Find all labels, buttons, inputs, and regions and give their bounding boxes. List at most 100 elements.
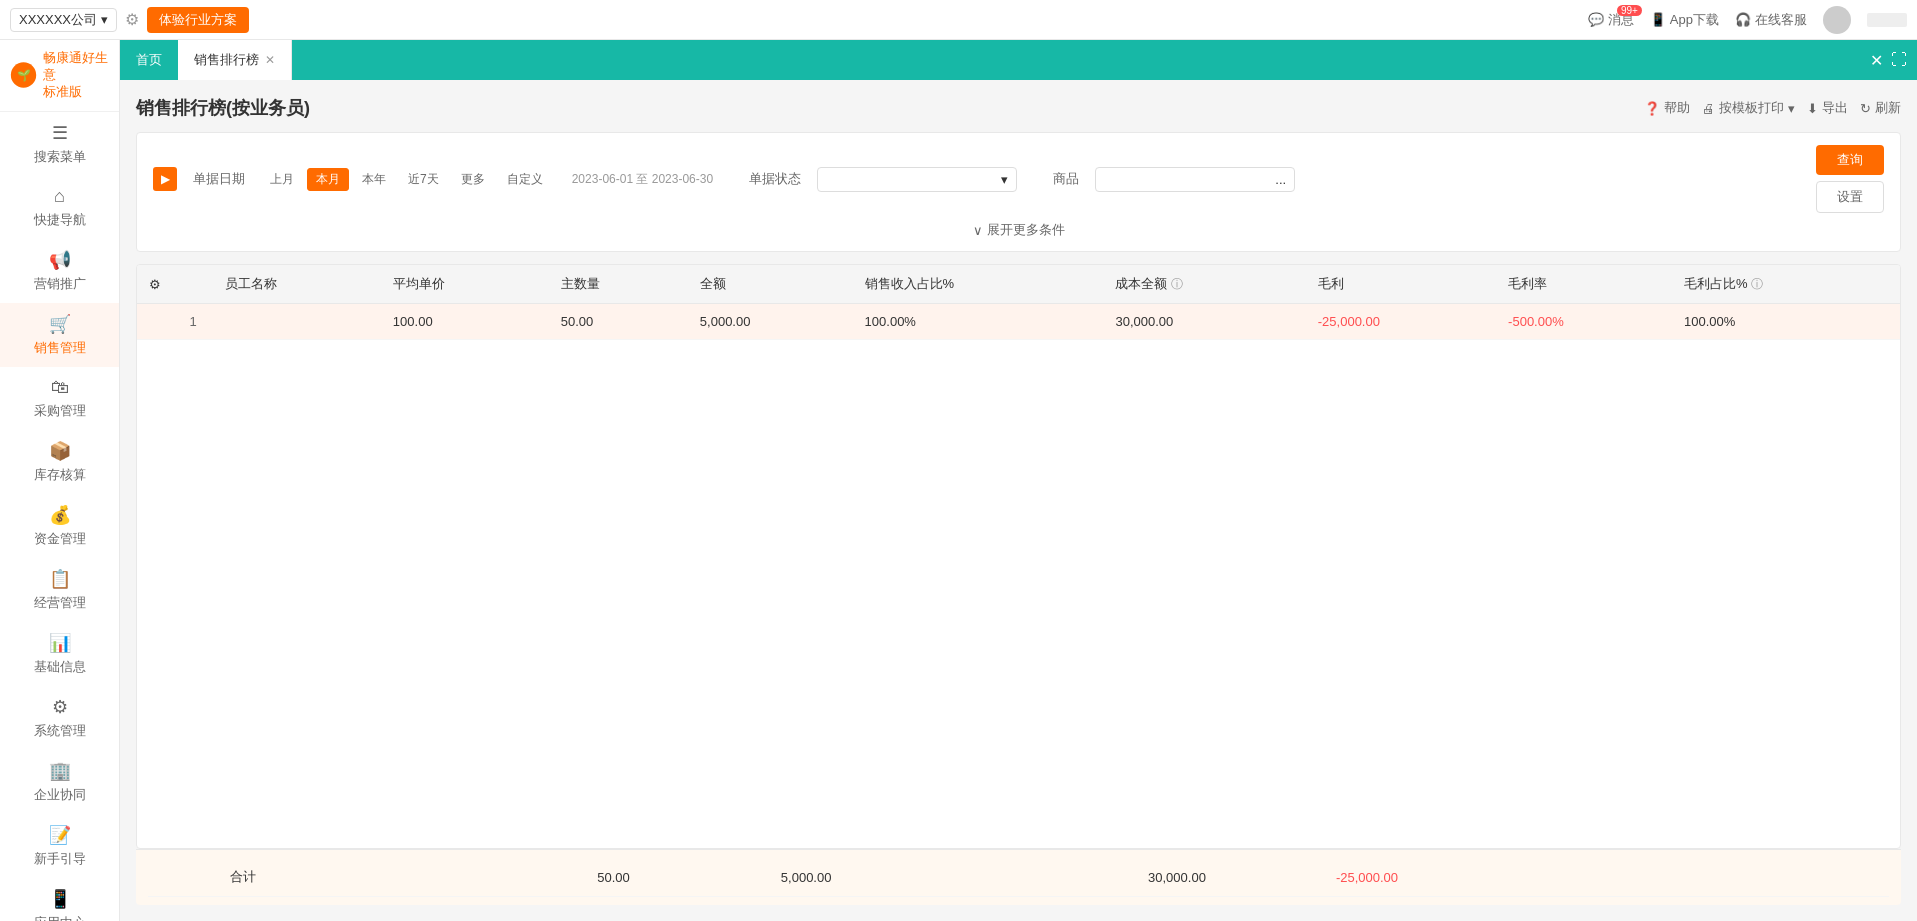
- status-select[interactable]: ▾: [817, 167, 1017, 192]
- top-bar: XXXXXX公司 ▾ ⚙ 体验行业方案 💬 消息 99+ 📱 App下载 🎧 在…: [0, 0, 1917, 40]
- app-download-button[interactable]: 📱 App下载: [1650, 11, 1719, 29]
- sidebar: 🌱 畅康通好生意 标准版 ☰ 搜索菜单 ⌂ 快捷导航 📢 营销推广 🛒 销售管理…: [0, 40, 120, 921]
- print-icon: 🖨: [1702, 101, 1715, 116]
- summary-amount: 5,000.00: [769, 858, 953, 897]
- goods-select[interactable]: ...: [1095, 167, 1295, 192]
- cell-avg-price: 100.00: [381, 304, 549, 340]
- chevron-right-icon: ▶: [161, 172, 170, 186]
- filter-toggle-button[interactable]: ▶: [153, 167, 177, 191]
- col-gross: 毛利: [1306, 265, 1496, 304]
- select-chevron-icon: ▾: [1001, 172, 1008, 187]
- date-tab-custom[interactable]: 自定义: [498, 168, 552, 191]
- sidebar-item-label: 经营管理: [34, 594, 86, 612]
- filter-area: ▶ 单据日期 上月 本月 本年 近7天 更多 自定义 2023-06-01 至 …: [136, 132, 1901, 252]
- tab-sales-ranking[interactable]: 销售排行榜 ✕: [178, 40, 292, 80]
- tab-close-icon[interactable]: ✕: [265, 53, 275, 67]
- sidebar-item-system[interactable]: ⚙ 系统管理: [0, 686, 119, 750]
- online-service-button[interactable]: 🎧 在线客服: [1735, 11, 1807, 29]
- sidebar-item-purchase[interactable]: 🛍 采购管理: [0, 367, 119, 430]
- tab-right-actions: ✕ ⛶: [1870, 51, 1917, 70]
- guide-icon: 📝: [49, 824, 71, 846]
- col-avg-price: 平均单价: [381, 265, 549, 304]
- goods-filter-label: 商品: [1053, 170, 1079, 188]
- date-tab-7-days[interactable]: 近7天: [399, 168, 448, 191]
- table-container: ⚙ 员工名称 平均单价 主数量: [136, 264, 1901, 849]
- date-range-display: 2023-06-01 至 2023-06-30: [572, 171, 713, 188]
- sidebar-item-label: 库存核算: [34, 466, 86, 484]
- message-button[interactable]: 💬 消息 99+: [1588, 11, 1634, 29]
- sidebar-item-search[interactable]: ☰ 搜索菜单: [0, 112, 119, 176]
- date-filter-label: 单据日期: [193, 170, 245, 188]
- cell-quantity: 50.00: [549, 304, 688, 340]
- sidebar-item-basic[interactable]: 📊 基础信息: [0, 622, 119, 686]
- date-tab-more[interactable]: 更多: [452, 168, 494, 191]
- company-select[interactable]: XXXXXX公司 ▾: [10, 8, 117, 32]
- summary-sales-pct-col: [952, 858, 1136, 897]
- tab-close-window-icon[interactable]: ✕: [1870, 51, 1883, 70]
- refresh-button[interactable]: ↻ 刷新: [1860, 99, 1901, 117]
- avatar[interactable]: [1823, 6, 1851, 34]
- settings-button[interactable]: 设置: [1816, 181, 1884, 213]
- summary-row: 合计 50.00 5,000.00 30,000.00 -25,000.00: [148, 858, 1889, 897]
- col-name: 员工名称: [213, 265, 381, 304]
- sidebar-item-inventory[interactable]: 📦 库存核算: [0, 430, 119, 494]
- help-button[interactable]: ❓ 帮助: [1644, 99, 1690, 117]
- goods-more-icon: ...: [1275, 172, 1286, 187]
- col-settings[interactable]: ⚙: [137, 265, 173, 304]
- gear-icon[interactable]: ⚙: [125, 10, 139, 29]
- export-button[interactable]: ⬇ 导出: [1807, 99, 1848, 117]
- col-cost: 成本全额 ⓘ: [1103, 265, 1305, 304]
- sidebar-logo: 🌱 畅康通好生意 标准版: [0, 40, 119, 112]
- help-icon: ❓: [1644, 101, 1660, 116]
- expand-more-button[interactable]: ∨ 展开更多条件: [973, 221, 1065, 239]
- summary-row-table: 合计 50.00 5,000.00 30,000.00 -25,000.00: [148, 858, 1889, 897]
- sidebar-item-label: 资金管理: [34, 530, 86, 548]
- date-tab-last-month[interactable]: 上月: [261, 168, 303, 191]
- sidebar-item-shortcut[interactable]: ⌂ 快捷导航: [0, 176, 119, 239]
- sidebar-item-label: 企业协同: [34, 786, 86, 804]
- col-quantity: 主数量: [549, 265, 688, 304]
- print-button[interactable]: 🖨 按模板打印 ▾: [1702, 99, 1795, 117]
- query-btn-area: 查询 设置: [1816, 145, 1884, 213]
- page-header: 销售排行榜(按业务员) ❓ 帮助 🖨 按模板打印 ▾ ⬇ 导出: [136, 96, 1901, 120]
- sidebar-item-label: 采购管理: [34, 402, 86, 420]
- sidebar-item-label: 新手引导: [34, 850, 86, 868]
- table-settings-icon[interactable]: ⚙: [149, 277, 161, 292]
- inventory-icon: 📦: [49, 440, 71, 462]
- expand-chevron-icon: ∨: [973, 223, 983, 238]
- date-tab-this-year[interactable]: 本年: [353, 168, 395, 191]
- query-button[interactable]: 查询: [1816, 145, 1884, 175]
- sidebar-item-enterprise[interactable]: 🏢 企业协同: [0, 750, 119, 814]
- date-tab-this-month[interactable]: 本月: [307, 168, 349, 191]
- col-sales-pct: 销售收入占比%: [853, 265, 1104, 304]
- try-industry-button[interactable]: 体验行业方案: [147, 7, 249, 33]
- home-icon: ⌂: [54, 186, 65, 207]
- marketing-icon: 📢: [49, 249, 71, 271]
- col-gross-rate: 毛利率: [1496, 265, 1672, 304]
- tab-home-label: 首页: [136, 51, 162, 69]
- summary-gross-rate-col: [1522, 858, 1706, 897]
- ranking-table: ⚙ 员工名称 平均单价 主数量: [137, 265, 1900, 340]
- sidebar-item-guide[interactable]: 📝 新手引导: [0, 814, 119, 878]
- tab-bar: 首页 销售排行榜 ✕ ✕ ⛶: [120, 40, 1917, 80]
- gross-pct-info-icon[interactable]: ⓘ: [1751, 277, 1763, 291]
- sidebar-item-label: 销售管理: [34, 339, 86, 357]
- tab-maximize-icon[interactable]: ⛶: [1891, 51, 1907, 69]
- date-tabs: 上月 本月 本年 近7天 更多 自定义: [261, 168, 552, 191]
- sidebar-item-operation[interactable]: 📋 经营管理: [0, 558, 119, 622]
- page-content: 销售排行榜(按业务员) ❓ 帮助 🖨 按模板打印 ▾ ⬇ 导出: [120, 80, 1917, 921]
- sidebar-item-finance[interactable]: 💰 资金管理: [0, 494, 119, 558]
- logo-text: 畅康通好生意 标准版: [43, 50, 109, 101]
- sidebar-item-sales[interactable]: 🛒 销售管理: [0, 303, 119, 367]
- system-icon: ⚙: [52, 696, 68, 718]
- summary-gross-pct-col: [1705, 858, 1889, 897]
- cell-settings: [137, 304, 173, 340]
- cost-info-icon[interactable]: ⓘ: [1171, 277, 1183, 291]
- tab-home[interactable]: 首页: [120, 40, 178, 80]
- sidebar-item-marketing[interactable]: 📢 营销推广: [0, 239, 119, 303]
- sidebar-item-apps[interactable]: 📱 应用中心: [0, 878, 119, 921]
- sidebar-item-label: 搜索菜单: [34, 148, 86, 166]
- table-row: 1 100.00 50.00 5,000.00 100.00% 30,000.0…: [137, 304, 1900, 340]
- cell-name: [213, 304, 381, 340]
- print-chevron-icon: ▾: [1788, 101, 1795, 116]
